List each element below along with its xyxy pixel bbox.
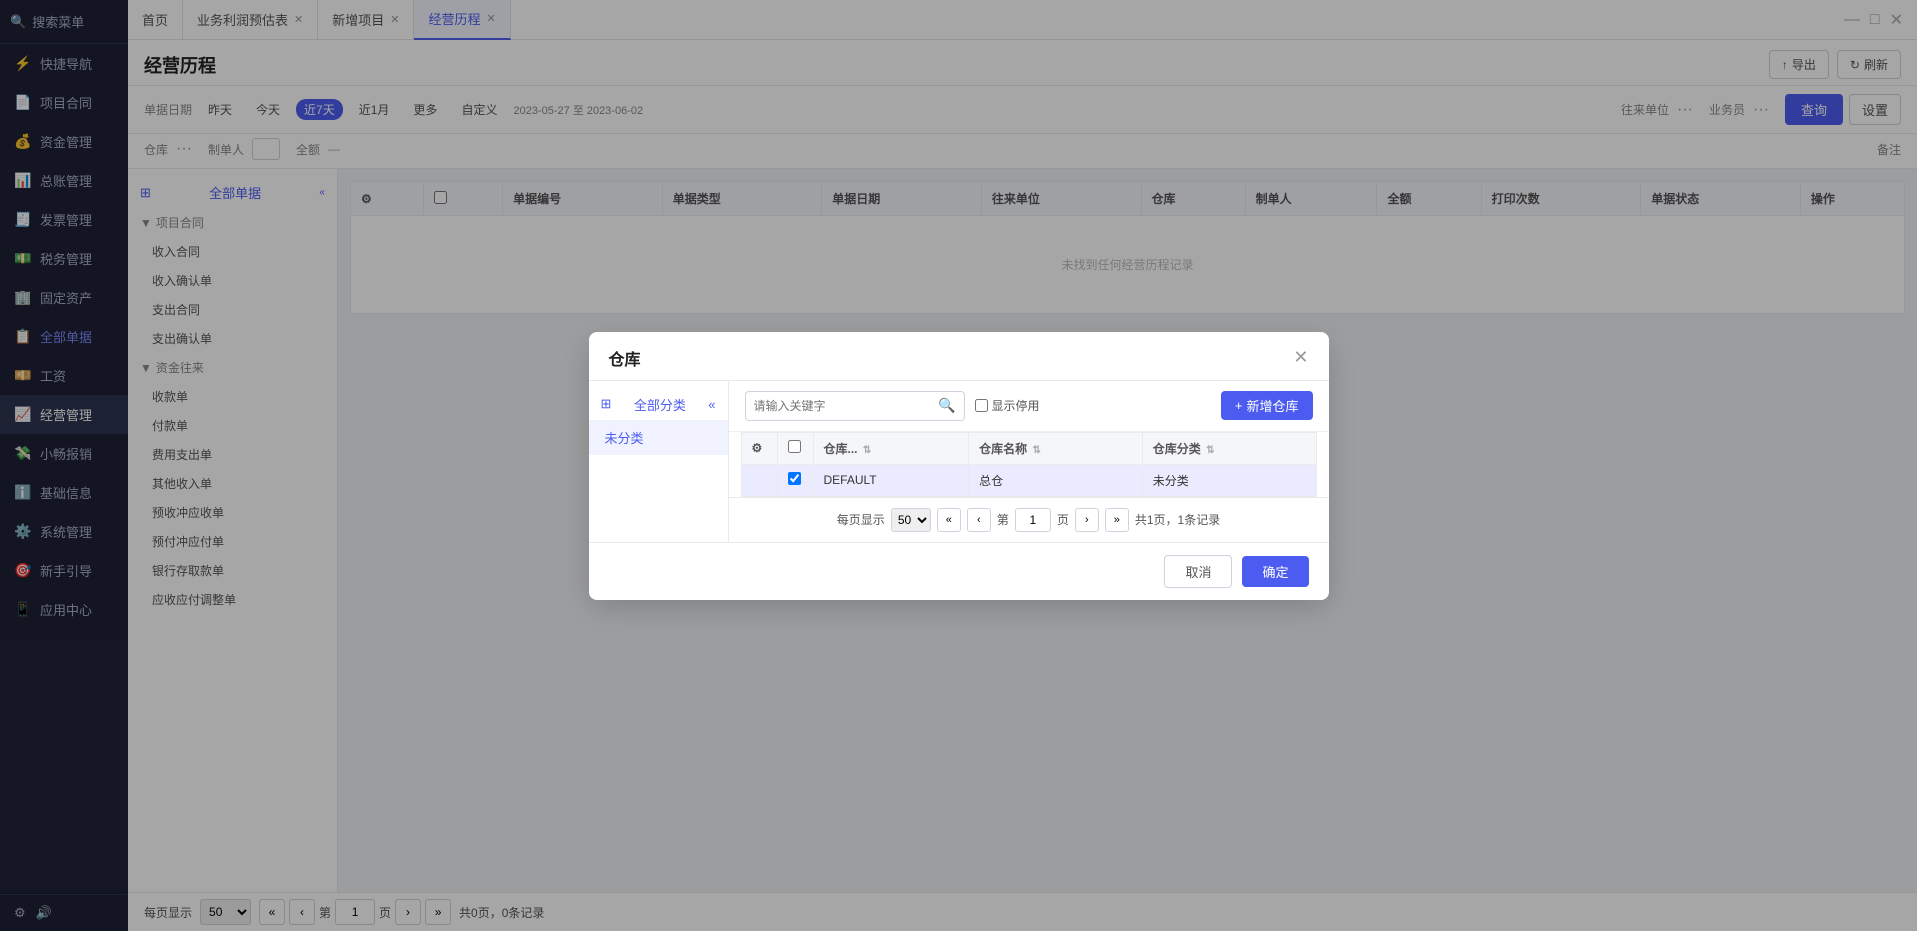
modal-search-box[interactable]: 🔍 [745,391,965,421]
cancel-button[interactable]: 取消 [1164,555,1232,588]
modal-page-size-label: 每页显示 [837,511,885,528]
modal-td-checkbox[interactable] [777,464,813,496]
modal-main: 🔍 显示停用 + 新增仓库 [729,381,1329,542]
modal-table: ⚙ 仓库... ⇅ 仓库名称 ⇅ [741,432,1317,497]
modal-header: 仓库 ✕ [589,332,1329,381]
modal-body: ⊞ 全部分类 « 未分类 🔍 [589,381,1329,542]
modal-collapse-icon: « [708,397,715,412]
sort-no-icon: ⇅ [863,445,871,456]
grid-icon-modal: ⊞ [601,396,612,412]
modal-th-no[interactable]: 仓库... ⇅ [813,432,969,464]
modal-search-icon: 🔍 [930,397,963,414]
modal-last-page-btn[interactable]: » [1105,508,1129,532]
modal-toolbar: 🔍 显示停用 + 新增仓库 [729,381,1329,432]
modal-sidebar: ⊞ 全部分类 « 未分类 [589,381,729,542]
modal-select-all[interactable] [788,440,801,453]
modal-total-label: 共1页，1条记录 [1135,511,1220,528]
modal-sidebar-header[interactable]: ⊞ 全部分类 « [589,389,728,420]
modal-close-btn[interactable]: ✕ [1293,347,1308,368]
modal-footer: 取消 确定 [589,542,1329,600]
show-disabled-checkbox[interactable] [975,399,988,412]
add-warehouse-btn[interactable]: + 新增仓库 [1221,391,1313,420]
modal-next-page-btn[interactable]: › [1075,508,1099,532]
modal-th-checkbox[interactable] [777,432,813,464]
modal-overlay[interactable]: 仓库 ✕ ⊞ 全部分类 « 未分类 [0,0,1917,931]
modal-table-area: ⚙ 仓库... ⇅ 仓库名称 ⇅ [729,432,1329,497]
confirm-button[interactable]: 确定 [1242,556,1308,587]
modal-first-page-btn[interactable]: « [937,508,961,532]
modal-table-row[interactable]: DEFAULT 总仓 未分类 [741,464,1316,496]
show-disabled-label[interactable]: 显示停用 [975,397,1040,414]
modal-prev-page-btn[interactable]: ‹ [967,508,991,532]
modal-page-size-select[interactable]: 50 [891,508,931,532]
modal-page-number-input[interactable] [1015,508,1051,532]
modal-search-input[interactable] [746,399,931,413]
modal-sidebar-uncategorized[interactable]: 未分类 [589,420,728,455]
modal-td-no: DEFAULT [813,464,969,496]
modal-td-settings [741,464,777,496]
modal-table-header: ⚙ 仓库... ⇅ 仓库名称 ⇅ [741,432,1316,464]
modal-row-checkbox[interactable] [788,472,801,485]
sort-category-icon: ⇅ [1206,445,1214,456]
sort-name-icon: ⇅ [1032,445,1040,456]
modal-title: 仓库 [609,346,641,370]
modal-th-settings: ⚙ [741,432,777,464]
warehouse-modal: 仓库 ✕ ⊞ 全部分类 « 未分类 [589,332,1329,600]
modal-th-category[interactable]: 仓库分类 ⇅ [1142,432,1316,464]
modal-page-end: 页 [1057,511,1069,528]
plus-icon: + [1235,398,1243,413]
modal-td-category: 未分类 [1142,464,1316,496]
modal-page-label: 第 [997,511,1009,528]
modal-pagination: 每页显示 50 « ‹ 第 页 › » 共1页，1条记录 [729,497,1329,542]
modal-th-name[interactable]: 仓库名称 ⇅ [969,432,1143,464]
modal-td-name: 总仓 [969,464,1143,496]
